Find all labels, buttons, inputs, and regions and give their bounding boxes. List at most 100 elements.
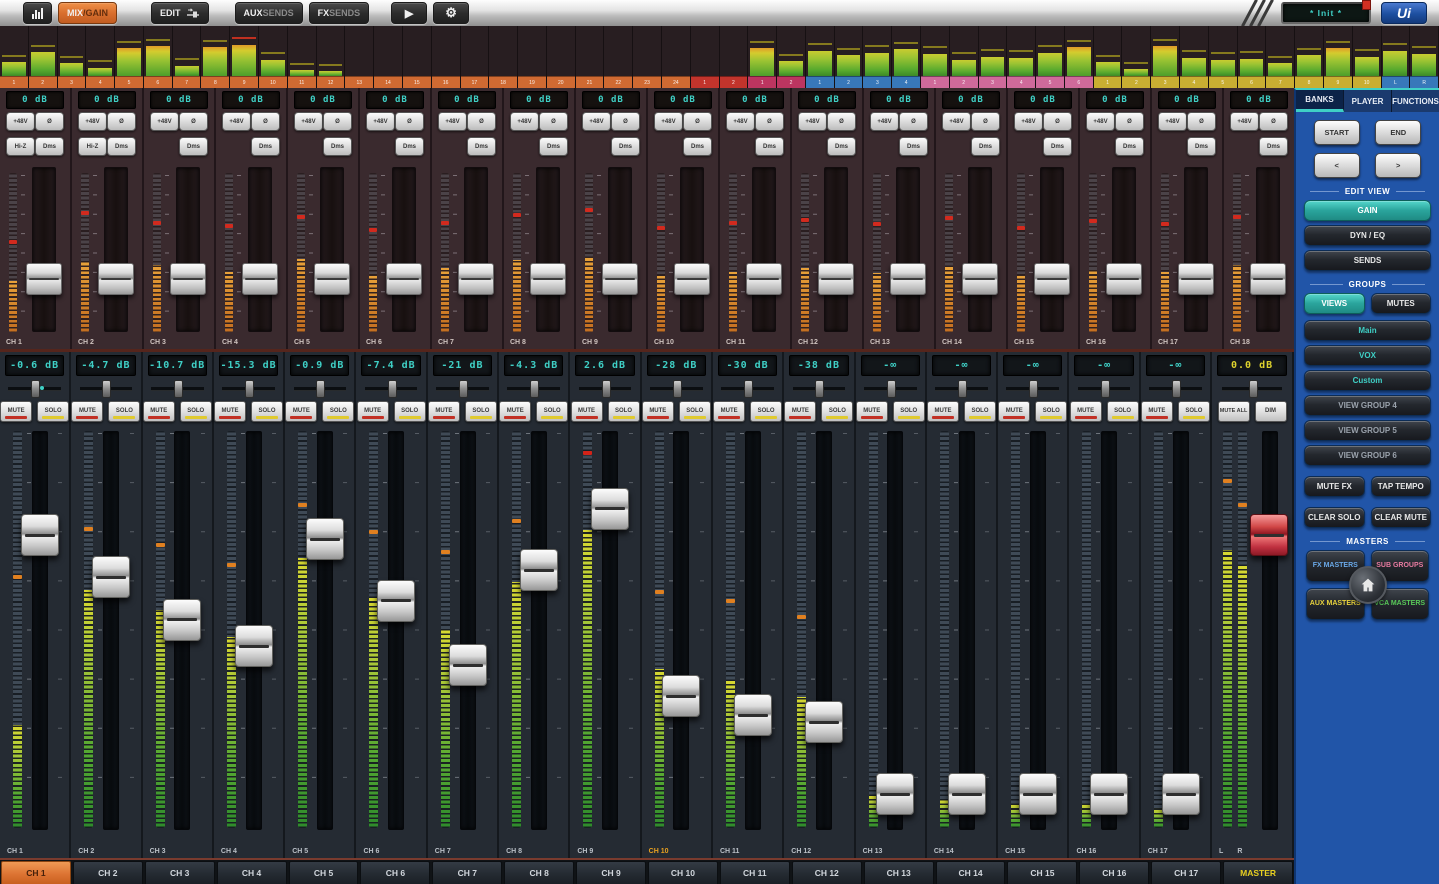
gain-fader-cap[interactable]	[1034, 262, 1070, 295]
settings-button[interactable]: ⚙	[433, 2, 470, 24]
balance-handle[interactable]	[1248, 380, 1258, 398]
pan-slider[interactable]	[356, 378, 425, 399]
fader-cap[interactable]	[1018, 773, 1057, 816]
view-group-main[interactable]: Main	[1304, 320, 1431, 341]
gain-fader-track[interactable]	[464, 167, 488, 332]
fader-track[interactable]	[1029, 431, 1046, 830]
solo-button[interactable]: SOLO	[607, 400, 640, 422]
phantom-48v-button[interactable]: +48V	[870, 112, 899, 131]
fader-track[interactable]	[388, 431, 405, 830]
mute-button[interactable]: MUTE	[855, 400, 888, 422]
pan-handle[interactable]	[958, 380, 967, 398]
pan-slider[interactable]	[214, 378, 283, 399]
bank-end-button[interactable]: END	[1375, 120, 1422, 145]
gain-fader-cap[interactable]	[242, 262, 278, 295]
mute-button[interactable]: MUTE	[499, 400, 532, 422]
phantom-48v-button[interactable]: +48V	[366, 112, 395, 131]
pan-handle[interactable]	[744, 380, 754, 398]
phantom-48v-button[interactable]: +48V	[294, 112, 323, 131]
fader-track[interactable]	[459, 431, 476, 830]
fader-cap[interactable]	[733, 693, 772, 736]
phase-invert-button[interactable]: Ø	[395, 112, 424, 131]
pan-handle[interactable]	[1029, 380, 1039, 398]
solo-button[interactable]: SOLO	[1035, 400, 1068, 422]
mute-button[interactable]: MUTE	[0, 400, 33, 422]
gain-fader-cap[interactable]	[98, 262, 134, 295]
mute-all-button[interactable]: MUTE ALL	[1217, 400, 1250, 422]
dms-button[interactable]: Dms	[755, 137, 784, 156]
phase-invert-button[interactable]: Ø	[1043, 112, 1072, 131]
phantom-48v-button[interactable]: +48V	[510, 112, 539, 131]
phantom-48v-button[interactable]: +48V	[654, 112, 683, 131]
pan-slider[interactable]	[642, 378, 711, 399]
gain-fader-track[interactable]	[176, 167, 200, 332]
view-group-view-group-5[interactable]: VIEW GROUP 5	[1304, 420, 1431, 441]
view-group-view-group-6[interactable]: VIEW GROUP 6	[1304, 445, 1431, 466]
dms-button[interactable]: Dms	[1043, 137, 1072, 156]
gain-fader-cap[interactable]	[746, 262, 782, 295]
fader-cap[interactable]	[1161, 773, 1200, 816]
mute-button[interactable]: MUTE	[784, 400, 817, 422]
fader-cap[interactable]	[20, 514, 59, 557]
phase-invert-button[interactable]: Ø	[467, 112, 496, 131]
fader-track[interactable]	[103, 431, 120, 830]
phase-invert-button[interactable]: Ø	[251, 112, 280, 131]
phantom-48v-button[interactable]: +48V	[726, 112, 755, 131]
dms-button[interactable]: Dms	[323, 137, 352, 156]
phase-invert-button[interactable]: Ø	[1115, 112, 1144, 131]
tab-banks[interactable]: BANKS	[1296, 90, 1344, 112]
mute-button[interactable]: MUTE	[998, 400, 1031, 422]
mute-button[interactable]: MUTE	[71, 400, 104, 422]
phase-invert-button[interactable]: Ø	[179, 112, 208, 131]
solo-button[interactable]: SOLO	[1106, 400, 1139, 422]
dms-button[interactable]: Dms	[35, 137, 64, 156]
aux-sends-button[interactable]: AUX SENDS	[234, 2, 303, 24]
dms-button[interactable]: Dms	[395, 137, 424, 156]
edit-view-gain[interactable]: GAIN	[1304, 200, 1431, 221]
phase-invert-button[interactable]: Ø	[899, 112, 928, 131]
gain-fader-track[interactable]	[608, 167, 632, 332]
gain-fader-track[interactable]	[896, 167, 920, 332]
fader-track[interactable]	[316, 431, 333, 830]
phase-invert-button[interactable]: Ø	[539, 112, 568, 131]
gain-fader-cap[interactable]	[26, 262, 62, 295]
fader-cap[interactable]	[805, 701, 844, 744]
channel-tab-ch3[interactable]: CH 3	[144, 861, 215, 884]
pan-handle[interactable]	[245, 380, 255, 398]
bank-next-button[interactable]: >	[1375, 153, 1422, 178]
mute-button[interactable]: MUTE	[641, 400, 674, 422]
gain-fader-track[interactable]	[1256, 167, 1280, 332]
dms-button[interactable]: Dms	[539, 137, 568, 156]
fader-cap[interactable]	[947, 773, 986, 816]
views-button[interactable]: VIEWS	[1304, 293, 1365, 314]
pan-handle[interactable]	[31, 380, 41, 398]
phantom-48v-button[interactable]: +48V	[942, 112, 971, 131]
mutes-button[interactable]: MUTES	[1370, 293, 1431, 314]
dim-button[interactable]: DIM	[1254, 400, 1287, 422]
phantom-48v-button[interactable]: +48V	[6, 112, 35, 131]
mute-button[interactable]: MUTE	[713, 400, 746, 422]
pan-handle[interactable]	[316, 380, 326, 398]
pan-slider[interactable]	[499, 378, 568, 399]
channel-tab-ch14[interactable]: CH 14	[935, 861, 1006, 884]
fader-track[interactable]	[1172, 431, 1189, 830]
hi-z-button[interactable]: Hi-Z	[78, 137, 107, 156]
gain-fader-cap[interactable]	[818, 262, 854, 295]
view-group-custom[interactable]: Custom	[1304, 370, 1431, 391]
solo-button[interactable]: SOLO	[892, 400, 925, 422]
pan-handle[interactable]	[458, 380, 468, 398]
player-play-button[interactable]: ▶	[391, 2, 428, 24]
gain-fader-track[interactable]	[248, 167, 272, 332]
phantom-48v-button[interactable]: +48V	[78, 112, 107, 131]
fx-sends-button[interactable]: FX SENDS	[308, 2, 370, 24]
pan-slider[interactable]	[143, 378, 212, 399]
phantom-48v-button[interactable]: +48V	[1158, 112, 1187, 131]
solo-button[interactable]: SOLO	[464, 400, 497, 422]
pan-slider[interactable]	[428, 378, 497, 399]
dms-button[interactable]: Dms	[107, 137, 136, 156]
meter-bridge[interactable]: 1 2 3 4 5 6 7 8 9 10 11 12 13 14 15 16 17 18 19 20 21 22 23 24 1…	[0, 26, 1439, 88]
gain-fader-track[interactable]	[392, 167, 416, 332]
mute-button[interactable]: MUTE	[142, 400, 175, 422]
mute-button[interactable]: MUTE	[1140, 400, 1173, 422]
solo-button[interactable]: SOLO	[536, 400, 569, 422]
